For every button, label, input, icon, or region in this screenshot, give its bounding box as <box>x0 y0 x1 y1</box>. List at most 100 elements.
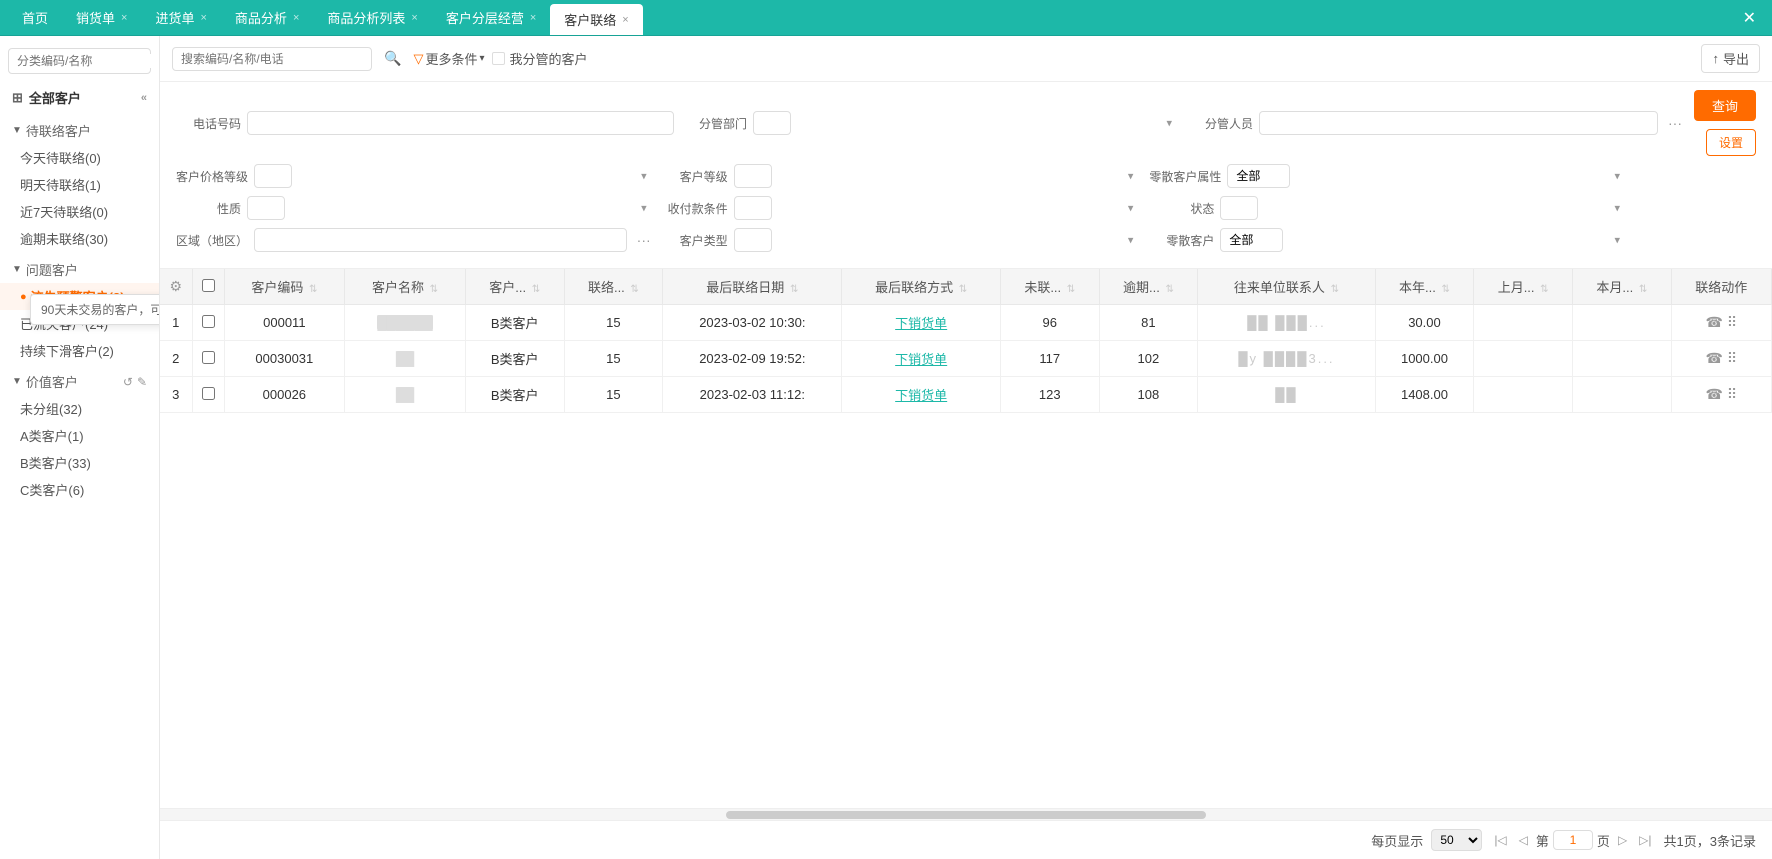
row1-last-method[interactable]: 下销货单 <box>842 305 1001 341</box>
last-page-btn[interactable]: ▷| <box>1635 831 1655 849</box>
tab-home[interactable]: 首页 <box>8 0 62 35</box>
sort-icon-ctype[interactable]: ⇅ <box>532 284 540 295</box>
next-page-btn[interactable]: ▷ <box>1614 831 1631 849</box>
nature-select[interactable] <box>247 196 285 220</box>
row2-select[interactable] <box>202 351 215 364</box>
churn-tooltip: 90天未交易的客户，可能有流失风险。 <box>30 294 160 325</box>
row1-code: 000011 <box>224 305 345 341</box>
row1-select[interactable] <box>202 315 215 328</box>
sort-icon-contact[interactable]: ⇅ <box>630 284 638 295</box>
customer-type-select[interactable] <box>734 228 772 252</box>
tab-sales-order-close[interactable]: × <box>121 12 127 24</box>
sidebar-item-7day-pending[interactable]: 近7天待联络(0) <box>0 198 159 225</box>
prev-page-btn[interactable]: ◁ <box>1515 831 1532 849</box>
phone-input[interactable] <box>247 111 674 135</box>
refresh-icon[interactable]: ↺ <box>123 375 133 389</box>
row3-more-icon[interactable]: ⠿ <box>1727 386 1737 403</box>
tab-purchase-order[interactable]: 进货单 × <box>141 0 220 35</box>
row3-contact-icon[interactable]: ☎ <box>1705 386 1722 403</box>
sidebar-item-class-c[interactable]: C类客户(6) <box>0 476 159 503</box>
sort-icon-name[interactable]: ⇅ <box>430 284 438 295</box>
row1-last-date: 2023-03-02 10:30: <box>663 305 842 341</box>
sort-icon-tmonth[interactable]: ⇅ <box>1639 284 1647 295</box>
filter-payment: 收付款条件 <box>663 196 1142 220</box>
tab-product-analysis-list[interactable]: 商品分析列表 × <box>313 0 431 35</box>
tab-product-analysis[interactable]: 商品分析 × <box>221 0 313 35</box>
filter-row-2: 客户价格等级 客户等级 零散客户属性 <box>176 164 1756 188</box>
tab-sales-order[interactable]: 销货单 × <box>62 0 141 35</box>
sort-icon-code[interactable]: ⇅ <box>309 284 317 295</box>
sidebar-all-customers[interactable]: ⊞ 全部客户 « <box>0 82 159 113</box>
sort-icon-overdue[interactable]: ⇅ <box>1165 284 1173 295</box>
sidebar-item-class-a[interactable]: A类客户(1) <box>0 422 159 449</box>
row1-contact-icon[interactable]: ☎ <box>1705 314 1722 331</box>
table-settings-icon[interactable]: ⚙ <box>169 278 182 294</box>
retail-attr-select[interactable]: 全部 <box>1227 164 1290 188</box>
tab-customer-segmentation[interactable]: 客户分层经营 × <box>432 0 550 35</box>
region-more-btn[interactable]: ··· <box>633 232 655 248</box>
sidebar-item-class-b[interactable]: B类客户(33) <box>0 449 159 476</box>
row3-select[interactable] <box>202 387 215 400</box>
data-table-area: ⚙ 客户编码 ⇅ 客户名称 ⇅ <box>160 269 1772 808</box>
horizontal-scrollbar[interactable] <box>160 808 1772 820</box>
query-button[interactable]: 查询 <box>1694 90 1756 121</box>
sidebar-group-pending[interactable]: ▼ 待联络客户 <box>0 117 159 144</box>
search-button[interactable]: 🔍 <box>380 50 405 67</box>
export-button[interactable]: ↑ 导出 <box>1701 44 1760 73</box>
settings-button[interactable]: 设置 <box>1706 129 1756 156</box>
row3-last-method[interactable]: 下销货单 <box>842 377 1001 413</box>
row2-last-method[interactable]: 下销货单 <box>842 341 1001 377</box>
sidebar-group-value[interactable]: ▼ 价值客户 ↺ ✎ <box>0 368 159 395</box>
sort-icon-year[interactable]: ⇅ <box>1442 284 1450 295</box>
customer-level-select[interactable] <box>734 164 772 188</box>
filter-phone: 电话号码 <box>176 111 674 135</box>
th-this-month: 本月... ⇅ <box>1572 269 1671 305</box>
row2-contact-icon[interactable]: ☎ <box>1705 350 1722 367</box>
sidebar-search-input[interactable] <box>17 54 160 68</box>
sidebar-group-problem[interactable]: ▼ 问题客户 <box>0 256 159 283</box>
row1-contact-count: 15 <box>564 305 663 341</box>
sidebar-item-ungrouped[interactable]: 未分组(32) <box>0 395 159 422</box>
collapse-btn[interactable]: « <box>141 92 147 104</box>
sidebar-item-declining[interactable]: 持续下滑客户(2) <box>0 337 159 364</box>
sidebar-item-tomorrow-pending[interactable]: 明天待联络(1) <box>0 171 159 198</box>
warning-icon: ● <box>20 291 27 303</box>
row2-more-icon[interactable]: ⠿ <box>1727 350 1737 367</box>
sort-icon-uncontact[interactable]: ⇅ <box>1067 284 1075 295</box>
app-close-btn[interactable]: ✕ <box>1735 8 1764 28</box>
first-page-btn[interactable]: |◁ <box>1490 831 1510 849</box>
sort-icon-person[interactable]: ⇅ <box>1331 284 1339 295</box>
sort-icon-method[interactable]: ⇅ <box>959 284 967 295</box>
more-conditions-btn[interactable]: ▽ 更多条件 ▾ <box>413 49 484 68</box>
tab-product-analysis-close[interactable]: × <box>293 12 299 24</box>
row1-overdue: 81 <box>1099 305 1198 341</box>
sidebar-item-today-pending[interactable]: 今天待联络(0) <box>0 144 159 171</box>
sort-icon-lmonth[interactable]: ⇅ <box>1540 284 1548 295</box>
tab-customer-contact-close[interactable]: × <box>622 14 628 26</box>
tab-purchase-order-close[interactable]: × <box>200 12 206 24</box>
tab-customer-contact[interactable]: 客户联络 × <box>550 4 642 35</box>
sidebar-item-overdue-pending[interactable]: 逾期未联络(30) <box>0 225 159 252</box>
status-select[interactable] <box>1220 196 1258 220</box>
row1-more-icon[interactable]: ⠿ <box>1727 314 1737 331</box>
page-number-input[interactable] <box>1553 830 1593 850</box>
th-contact-count: 联络... ⇅ <box>564 269 663 305</box>
select-all-checkbox[interactable] <box>202 279 215 292</box>
dept-select[interactable] <box>753 111 791 135</box>
page-suffix: 页 <box>1597 831 1610 850</box>
manager-more-btn[interactable]: ··· <box>1664 115 1686 131</box>
scrollbar-thumb[interactable] <box>726 811 1206 819</box>
my-customers-toggle[interactable]: 我分管的客户 <box>492 49 587 68</box>
per-page-select[interactable]: 50 100 <box>1431 829 1482 851</box>
sort-icon-date[interactable]: ⇅ <box>790 284 798 295</box>
row3-actions: ☎ ⠿ <box>1671 377 1771 413</box>
manager-input[interactable] <box>1259 111 1658 135</box>
price-level-select[interactable] <box>254 164 292 188</box>
retail-customer-select[interactable]: 全部 <box>1220 228 1283 252</box>
tab-product-analysis-list-close[interactable]: × <box>411 12 417 24</box>
edit-icon[interactable]: ✎ <box>137 375 147 389</box>
tab-customer-segmentation-close[interactable]: × <box>530 12 536 24</box>
payment-select[interactable] <box>734 196 772 220</box>
region-input[interactable] <box>254 228 627 252</box>
search-input[interactable] <box>172 47 372 71</box>
